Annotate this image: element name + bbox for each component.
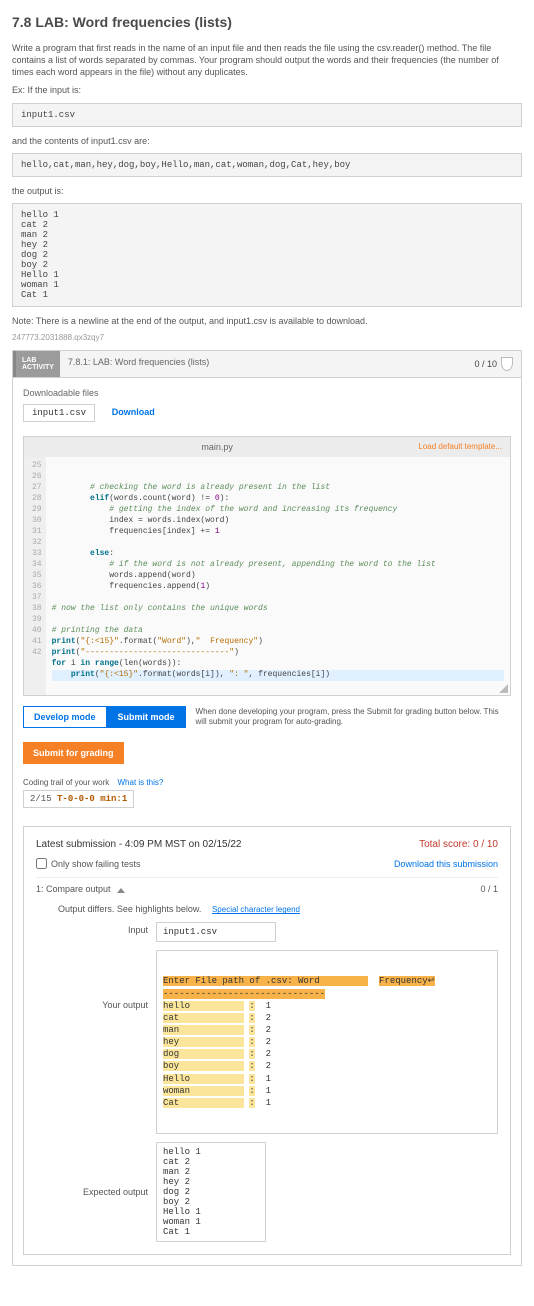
ex-label: Ex: If the input is: — [12, 84, 522, 96]
expected-output-box: hello 1 cat 2 man 2 hey 2 dog 2 boy 2 He… — [156, 1142, 266, 1242]
lab-badge: LAB ACTIVITY — [13, 351, 60, 377]
downloadable-files-label: Downloadable files — [23, 388, 511, 398]
mode-row: Develop mode Submit mode When done devel… — [23, 706, 511, 728]
submission-total-score: Total score: 0 / 10 — [419, 839, 498, 850]
lab-activity-panel: LAB ACTIVITY 7.8.1: LAB: Word frequencie… — [12, 350, 522, 1266]
input-box: input1.csv — [156, 922, 276, 942]
submission-panel: Latest submission - 4:09 PM MST on 02/15… — [23, 826, 511, 1255]
lab-score-text: 0 / 10 — [474, 359, 497, 369]
test-name: 1: Compare output — [36, 884, 111, 894]
resize-handle-icon[interactable] — [499, 684, 508, 693]
contents-label: and the contents of input1.csv are: — [12, 135, 522, 147]
test-score: 0 / 1 — [480, 884, 498, 894]
csv-content-block: hello,cat,man,hey,dog,boy,Hello,man,cat,… — [12, 153, 522, 177]
shield-icon — [501, 357, 513, 371]
test-row[interactable]: 1: Compare output 0 / 1 — [36, 877, 498, 894]
lab-badge-bottom: ACTIVITY — [22, 364, 54, 371]
code-editor[interactable]: main.py Load default template... 2526272… — [23, 436, 511, 696]
load-default-template-link[interactable]: Load default template... — [410, 437, 510, 456]
editor-tabbar: main.py Load default template... — [24, 437, 510, 457]
page-title: 7.8 LAB: Word frequencies (lists) — [12, 14, 522, 30]
develop-mode-button[interactable]: Develop mode — [23, 706, 107, 728]
lab-title: 7.8.1: LAB: Word frequencies (lists) — [60, 351, 467, 377]
your-output-label: Your output — [58, 950, 148, 1010]
coding-trail-box: 2/15 T-0-0-0 min:1 — [23, 790, 134, 808]
expected-output-label: Expected output — [58, 1142, 148, 1197]
chevron-up-icon — [117, 888, 125, 893]
your-output-box: Enter File path of .csv: Word Frequency↵… — [156, 950, 498, 1134]
submit-for-grading-button[interactable]: Submit for grading — [23, 742, 124, 764]
submit-mode-button[interactable]: Submit mode — [107, 706, 186, 728]
lab-score: 0 / 10 — [466, 351, 521, 377]
diff-note: Output differs. See highlights below. Sp… — [58, 904, 498, 914]
editor-filename: main.py — [24, 437, 410, 457]
file-button[interactable]: input1.csv — [23, 404, 95, 422]
only-failing-checkbox[interactable] — [36, 858, 47, 869]
only-failing-text: Only show failing tests — [51, 859, 141, 869]
expected-output-block: hello 1 cat 2 man 2 hey 2 dog 2 boy 2 He… — [12, 203, 522, 307]
submission-timestamp: Latest submission - 4:09 PM MST on 02/15… — [36, 839, 241, 850]
mode-description: When done developing your program, press… — [196, 707, 511, 728]
download-submission-link[interactable]: Download this submission — [394, 859, 498, 869]
trail-prefix: 2/15 — [30, 794, 57, 804]
trail-chain: T-0-0-0 min:1 — [57, 794, 127, 804]
note-paragraph: Note: There is a newline at the end of t… — [12, 315, 522, 327]
resource-id: 247773.2031888.qx3zqy7 — [12, 333, 522, 342]
input-label: Input — [58, 922, 148, 935]
coding-trail-row: Coding trail of your work What is this? … — [23, 778, 511, 808]
intro-paragraph: Write a program that first reads in the … — [12, 42, 522, 78]
download-link[interactable]: Download — [112, 407, 155, 417]
coding-trail-label: Coding trail of your work — [23, 778, 109, 787]
line-number-gutter: 252627282930313233343536373839404142 — [24, 457, 46, 695]
diff-note-text: Output differs. See highlights below. — [58, 904, 201, 914]
what-is-this-link[interactable]: What is this? — [118, 778, 164, 787]
lab-header: LAB ACTIVITY 7.8.1: LAB: Word frequencie… — [13, 351, 521, 378]
only-failing-checkbox-label[interactable]: Only show failing tests — [36, 858, 141, 869]
lab-badge-top: LAB — [22, 357, 54, 364]
code-area[interactable]: # checking the word is already present i… — [46, 457, 510, 695]
example-input-block: input1.csv — [12, 103, 522, 127]
special-char-legend-link[interactable]: Special character legend — [212, 905, 300, 914]
output-label: the output is: — [12, 185, 522, 197]
